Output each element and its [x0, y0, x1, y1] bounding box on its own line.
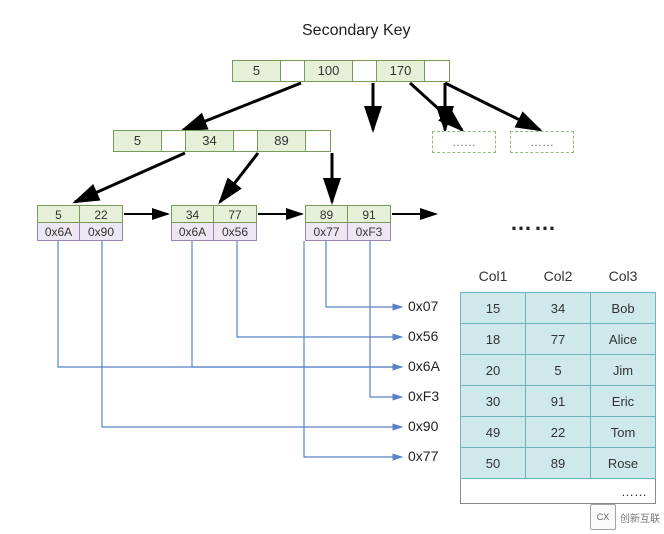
btree-root-node: 5 100 170: [232, 60, 450, 82]
table-header: Col3: [591, 262, 656, 293]
watermark: CX 创新互联: [590, 504, 660, 530]
watermark-logo-icon: CX: [590, 504, 616, 530]
table-cell: Rose: [591, 448, 656, 479]
diagram-canvas: Secondary Key 5 100 170 5 34 89 …… …… 5 …: [0, 0, 664, 534]
table-header: Col1: [461, 262, 526, 293]
btree-node-placeholder: ……: [510, 131, 574, 153]
internal-key: 34: [186, 131, 234, 151]
watermark-text: 创新互联: [620, 510, 660, 525]
leaf-key: 5: [37, 205, 80, 223]
pointer-label: 0x90: [408, 418, 438, 434]
btree-leaf-node: 5 22 0x6A 0x90: [37, 205, 123, 241]
table-cell: 77: [526, 324, 591, 355]
table-cell: 89: [526, 448, 591, 479]
leaf-key: 22: [80, 205, 123, 223]
btree-leaf-node: 34 77 0x6A 0x56: [171, 205, 257, 241]
leaf-ptr: 0x77: [305, 223, 348, 241]
table-cell: Bob: [591, 293, 656, 324]
leaf-key: 91: [348, 205, 391, 223]
table-row: 50 89 Rose: [461, 448, 656, 479]
leaf-ptr: 0xF3: [348, 223, 391, 241]
table-cell: 18: [461, 324, 526, 355]
table-cell: Alice: [591, 324, 656, 355]
leaf-key: 34: [171, 205, 214, 223]
table-row: 30 91 Eric: [461, 386, 656, 417]
table-cell: 49: [461, 417, 526, 448]
table-header: Col2: [526, 262, 591, 293]
root-key: 5: [233, 61, 281, 81]
table-cell: 34: [526, 293, 591, 324]
pointer-label: 0x77: [408, 448, 438, 464]
diagram-title: Secondary Key: [302, 22, 411, 40]
root-ptr: [425, 61, 449, 81]
leaf-ptr: 0x6A: [37, 223, 80, 241]
table-cell: Tom: [591, 417, 656, 448]
table-cell: Eric: [591, 386, 656, 417]
leaf-key: 89: [305, 205, 348, 223]
table-cell: 15: [461, 293, 526, 324]
table-row: 49 22 Tom: [461, 417, 656, 448]
table-row: 15 34 Bob: [461, 293, 656, 324]
internal-key: 89: [258, 131, 306, 151]
table-cell: 20: [461, 355, 526, 386]
pointer-label: 0x56: [408, 328, 438, 344]
table-row: 18 77 Alice: [461, 324, 656, 355]
internal-key: 5: [114, 131, 162, 151]
leaf-ellipsis: ……: [510, 210, 558, 236]
table-footer-cell: ……: [461, 479, 656, 504]
table-cell: 91: [526, 386, 591, 417]
internal-ptr: [306, 131, 330, 151]
root-key: 170: [377, 61, 425, 81]
leaf-ptr: 0x90: [80, 223, 123, 241]
leaf-key: 77: [214, 205, 257, 223]
internal-ptr: [234, 131, 258, 151]
btree-internal-node: 5 34 89: [113, 130, 331, 152]
root-key: 100: [305, 61, 353, 81]
table-footer-row: ……: [461, 479, 656, 504]
table-cell: 5: [526, 355, 591, 386]
internal-ptr: [162, 131, 186, 151]
leaf-ptr: 0x56: [214, 223, 257, 241]
btree-node-placeholder: ……: [432, 131, 496, 153]
table-cell: Jim: [591, 355, 656, 386]
leaf-ptr: 0x6A: [171, 223, 214, 241]
pointer-label: 0x6A: [408, 358, 440, 374]
btree-leaf-node: 89 91 0x77 0xF3: [305, 205, 391, 241]
data-table: Col1 Col2 Col3 15 34 Bob 18 77 Alice 20 …: [460, 262, 656, 504]
table-cell: 30: [461, 386, 526, 417]
table-row: 20 5 Jim: [461, 355, 656, 386]
root-ptr: [353, 61, 377, 81]
table-cell: 50: [461, 448, 526, 479]
pointer-label: 0x07: [408, 298, 438, 314]
pointer-label: 0xF3: [408, 388, 439, 404]
root-ptr: [281, 61, 305, 81]
table-cell: 22: [526, 417, 591, 448]
